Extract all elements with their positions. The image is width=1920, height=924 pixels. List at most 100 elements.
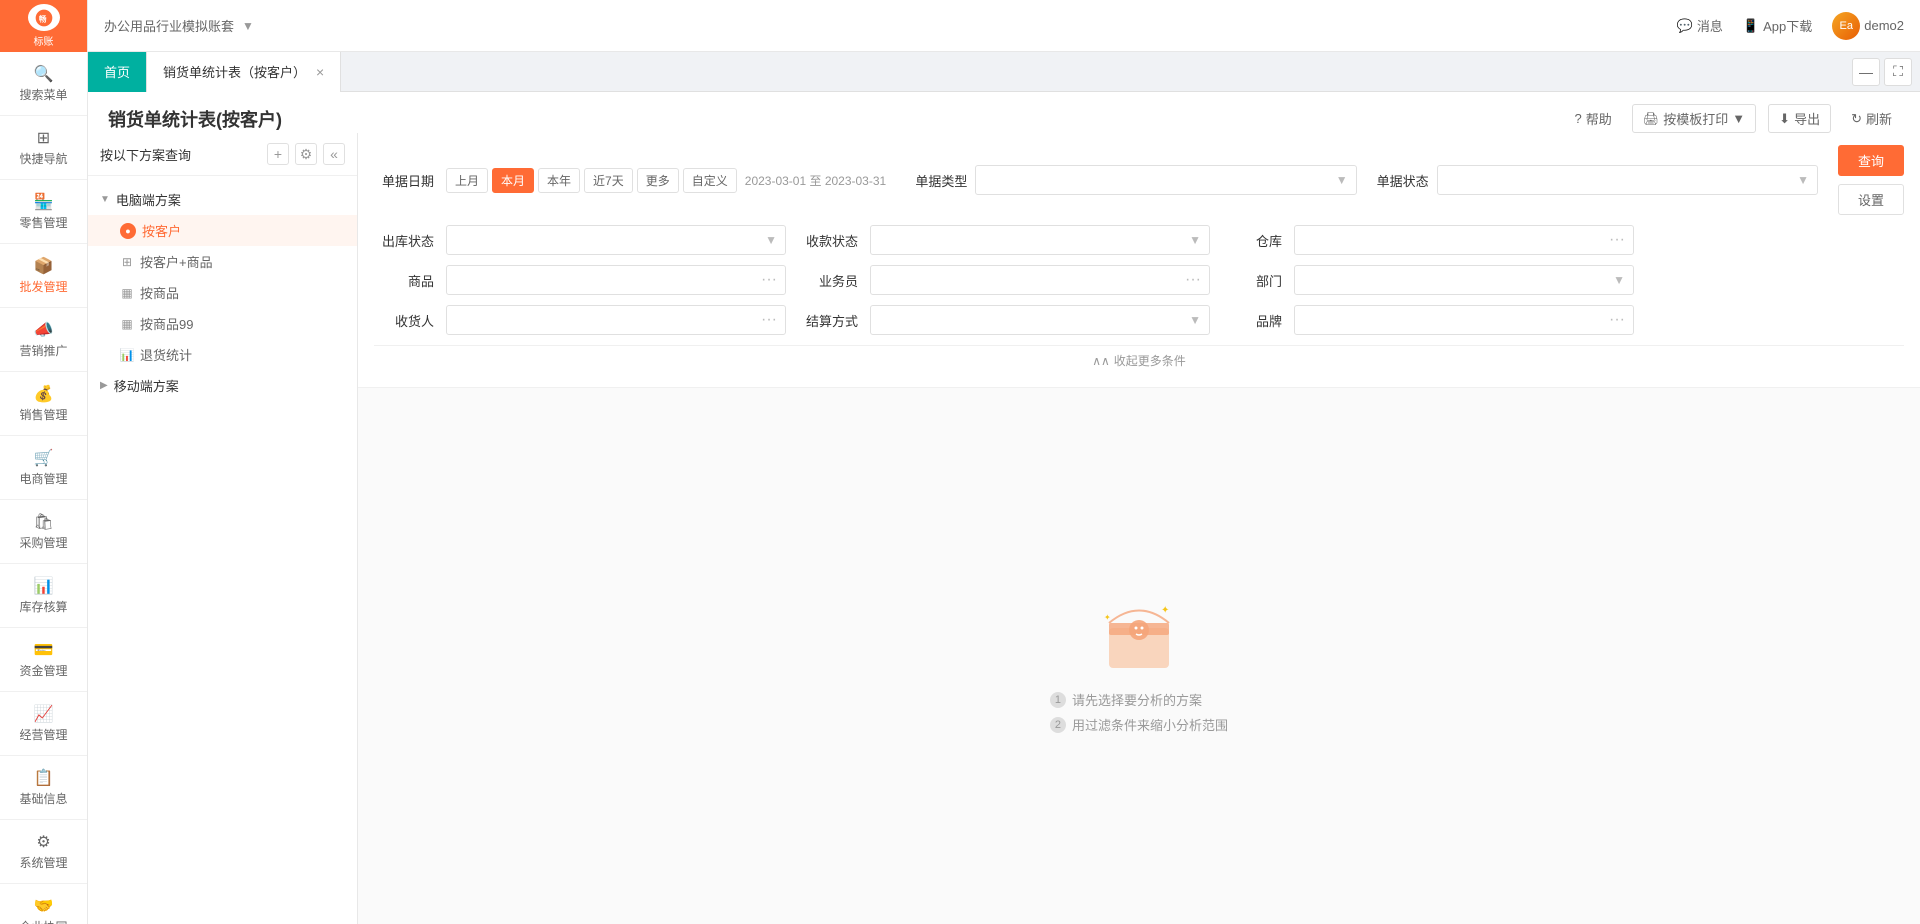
- product-input[interactable]: ···: [446, 265, 786, 295]
- tab-maximize-button[interactable]: ⛶: [1884, 58, 1912, 86]
- desktop-scheme-group: ▼ 电脑端方案 ● 按客户 ⊞ 按客户+商品 ▦: [88, 184, 357, 370]
- tree-item-by-customer[interactable]: ● 按客户: [88, 215, 357, 246]
- date-selector: 上月 本月 本年 近7天 更多 自定义 2023-03-01 至 2023-03…: [446, 168, 895, 193]
- filter-row-date: 单据日期 上月 本月 本年 近7天 更多 自定义 2023-03-01 至 20…: [374, 145, 1904, 215]
- date-btn-last-7[interactable]: 近7天: [584, 168, 633, 193]
- sidebar-item-quick-nav[interactable]: ⊞ 快捷导航: [0, 116, 87, 180]
- empty-illustration: ✦ ✦: [1079, 578, 1199, 678]
- empty-tip-2: 2 用过滤条件来缩小分析范围: [1050, 715, 1228, 734]
- warehouse-input[interactable]: ···: [1294, 225, 1634, 255]
- tree-item-by-customer-product[interactable]: ⊞ 按客户+商品: [88, 246, 357, 277]
- doc-status-filter: 单据状态 ▼: [1369, 165, 1818, 195]
- desktop-group-label: 电脑端方案: [116, 190, 181, 209]
- svg-text:畅: 畅: [39, 13, 47, 23]
- template-print-button[interactable]: 🖨 按模板打印 ▼: [1632, 104, 1756, 133]
- query-button[interactable]: 查询: [1838, 145, 1904, 176]
- salesman-dots: ···: [1185, 271, 1201, 289]
- brand-label: 品牌: [1222, 311, 1282, 330]
- header-dropdown-icon[interactable]: ▼: [242, 19, 254, 33]
- inventory-icon: 📊: [4, 576, 83, 596]
- help-icon: ?: [1575, 111, 1582, 126]
- mobile-group-arrow: ▶: [100, 380, 108, 391]
- sidebar-item-operations[interactable]: 📈 经营管理: [0, 692, 87, 756]
- sidebar-item-wholesale[interactable]: 📦 批发管理: [0, 244, 87, 308]
- settings-button[interactable]: 设置: [1838, 184, 1904, 215]
- top-header: 办公用品行业模拟账套 ▼ 💬 消息 📱 App下载 Ea demo2: [88, 0, 1920, 52]
- sidebar-item-ecommerce[interactable]: 🛒 电商管理: [0, 436, 87, 500]
- settlement-label: 结算方式: [798, 311, 858, 330]
- filter-area: 单据日期 上月 本月 本年 近7天 更多 自定义 2023-03-01 至 20…: [358, 133, 1920, 388]
- desktop-group-arrow: ▼: [100, 194, 110, 205]
- payment-label: 收款状态: [798, 231, 858, 250]
- enterprise-icon: 🤝: [4, 896, 83, 916]
- salesman-input[interactable]: ···: [870, 265, 1210, 295]
- sidebar-item-retail[interactable]: 🏪 零售管理: [0, 180, 87, 244]
- user-avatar: Ea: [1832, 12, 1860, 40]
- settlement-select[interactable]: ▼: [870, 305, 1210, 335]
- date-btn-last-month[interactable]: 上月: [446, 168, 488, 193]
- tab-minimize-button[interactable]: —: [1852, 58, 1880, 86]
- refresh-button[interactable]: ↻ 刷新: [1843, 105, 1900, 132]
- salesman-label: 业务员: [798, 271, 858, 290]
- header-breadcrumb: 办公用品行业模拟账套: [104, 16, 234, 35]
- sidebar-item-marketing[interactable]: 📣 营销推广: [0, 308, 87, 372]
- outbound-select[interactable]: ▼: [446, 225, 786, 255]
- app-download-button[interactable]: 📱 App下载: [1743, 16, 1812, 35]
- date-range-display: 2023-03-01 至 2023-03-31: [745, 172, 886, 189]
- outbound-label: 出库状态: [374, 231, 434, 250]
- tab-bar: 首页 销货单统计表（按客户） × — ⛶: [88, 52, 1920, 92]
- warehouse-dots: ···: [1609, 231, 1625, 249]
- sidebar-item-purchase[interactable]: 🛍 采购管理: [0, 500, 87, 564]
- page-header-actions: ? 帮助 🖨 按模板打印 ▼ ⬇ 导出 ↻ 刷新: [1567, 104, 1901, 133]
- sidebar-item-sales[interactable]: 💰 销售管理: [0, 372, 87, 436]
- dept-select[interactable]: ▼: [1294, 265, 1634, 295]
- sidebar-item-search-menu[interactable]: 🔍 搜索菜单: [0, 52, 87, 116]
- doc-type-select[interactable]: ▼: [975, 165, 1356, 195]
- message-button[interactable]: 💬 消息: [1677, 16, 1723, 35]
- sidebar-item-base-info[interactable]: 📋 基础信息: [0, 756, 87, 820]
- ecommerce-icon: 🛒: [4, 448, 83, 468]
- product-icon: ▦: [120, 286, 134, 300]
- left-panel-title: 按以下方案查询: [100, 145, 261, 164]
- sidebar: 畅 标账 🔍 搜索菜单 ⊞ 快捷导航 🏪 零售管理 📦 批发管理 📣 营销推广 …: [0, 0, 88, 924]
- empty-state: ✦ ✦ 1 请先选择要分析的方案 2 用过滤条件来缩小分析范围: [358, 388, 1920, 924]
- tree-item-return-stat[interactable]: 📊 退货统计: [88, 339, 357, 370]
- settings-scheme-button[interactable]: ⚙: [295, 143, 317, 165]
- date-btn-more[interactable]: 更多: [637, 168, 679, 193]
- sidebar-item-finance[interactable]: 💳 资金管理: [0, 628, 87, 692]
- date-filter-label: 单据日期: [374, 171, 434, 190]
- payment-chevron: ▼: [1189, 233, 1201, 247]
- sidebar-item-system[interactable]: ⚙ 系统管理: [0, 820, 87, 884]
- header-right: 💬 消息 📱 App下载 Ea demo2: [1677, 12, 1904, 40]
- wholesale-icon: 📦: [4, 256, 83, 276]
- print-icon: 🖨: [1643, 111, 1660, 127]
- payment-select[interactable]: ▼: [870, 225, 1210, 255]
- main-area: 办公用品行业模拟账套 ▼ 💬 消息 📱 App下载 Ea demo2 首页 销货…: [88, 0, 1920, 924]
- tree-item-by-product-99[interactable]: ▦ 按商品99: [88, 308, 357, 339]
- brand-input[interactable]: ···: [1294, 305, 1634, 335]
- add-scheme-button[interactable]: +: [267, 143, 289, 165]
- page-title: 销货单统计表(按客户): [108, 106, 282, 132]
- tab-sales-stat[interactable]: 销货单统计表（按客户） ×: [147, 52, 341, 92]
- tab-home[interactable]: 首页: [88, 52, 147, 92]
- collapse-bar[interactable]: ∧∧ 收起更多条件: [374, 345, 1904, 375]
- export-button[interactable]: ⬇ 导出: [1768, 104, 1831, 133]
- doc-status-select[interactable]: ▼: [1437, 165, 1818, 195]
- tab-close-button[interactable]: ×: [316, 64, 324, 80]
- help-button[interactable]: ? 帮助: [1567, 105, 1620, 132]
- date-btn-custom[interactable]: 自定义: [683, 168, 737, 193]
- mobile-group-header[interactable]: ▶ 移动端方案: [88, 370, 357, 401]
- operations-icon: 📈: [4, 704, 83, 724]
- user-profile-button[interactable]: Ea demo2: [1832, 12, 1904, 40]
- collapse-panel-button[interactable]: «: [323, 143, 345, 165]
- date-btn-this-year[interactable]: 本年: [538, 168, 580, 193]
- date-btn-this-month[interactable]: 本月: [492, 168, 534, 193]
- receiver-input[interactable]: ···: [446, 305, 786, 335]
- desktop-group-header[interactable]: ▼ 电脑端方案: [88, 184, 357, 215]
- sidebar-item-inventory[interactable]: 📊 库存核算: [0, 564, 87, 628]
- sidebar-item-enterprise[interactable]: 🤝 企业协同: [0, 884, 87, 924]
- tree-item-by-product[interactable]: ▦ 按商品: [88, 277, 357, 308]
- receiver-dots: ···: [761, 311, 777, 329]
- marketing-icon: 📣: [4, 320, 83, 340]
- tip-num-1: 1: [1050, 692, 1066, 708]
